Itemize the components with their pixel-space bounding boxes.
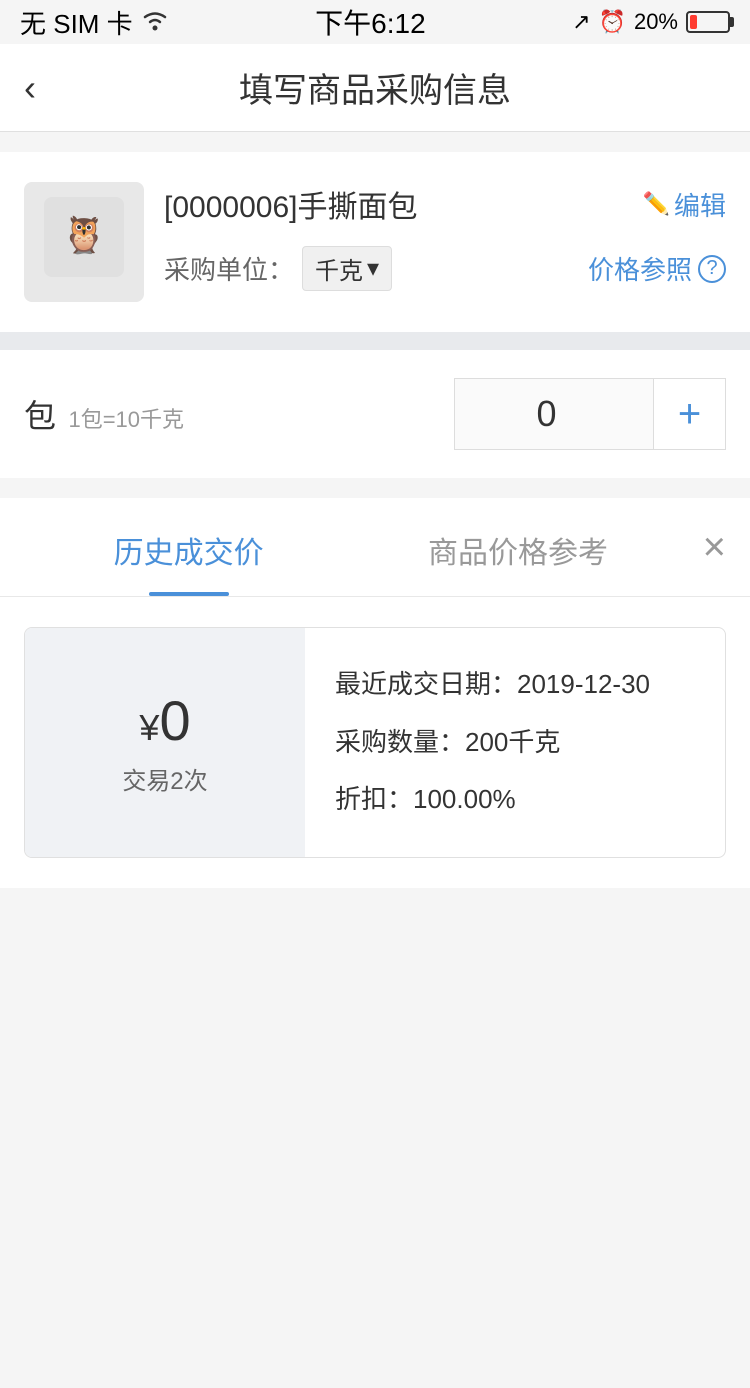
battery-icon	[686, 11, 730, 33]
tab-history-price[interactable]: 历史成交价	[24, 498, 353, 596]
status-time: 下午6:12	[315, 2, 426, 42]
nav-bar: ‹ 填写商品采购信息	[0, 44, 750, 132]
product-name: [0000006]手撕面包	[164, 182, 417, 226]
product-info: [0000006]手撕面包 ✏️ 编辑 采购单位： 千克 ▾ 价格参照 ?	[164, 182, 726, 291]
price-reference-button[interactable]: 价格参照 ?	[588, 250, 726, 287]
price-card: ¥0 交易2次 最近成交日期：2019-12-30 采购数量：200千克 折扣：…	[24, 627, 726, 858]
product-unit-row: 采购单位： 千克 ▾ 价格参照 ?	[164, 246, 726, 291]
quantity-row: 包 1包=10千克 +	[0, 350, 750, 478]
product-section: 🦉 [0000006]手撕面包 ✏️ 编辑 采购单位： 千克 ▾ 价格参照	[0, 152, 750, 332]
tab-header: 历史成交价 商品价格参考 ×	[0, 498, 750, 597]
trades-count: 交易2次	[122, 761, 207, 796]
help-icon: ?	[698, 255, 726, 283]
edit-icon: ✏️	[643, 191, 670, 217]
back-button[interactable]: ‹	[24, 67, 36, 109]
quantity-input[interactable]	[454, 378, 654, 450]
status-left: 无 SIM 卡	[20, 4, 169, 41]
price-left-panel: ¥0 交易2次	[25, 628, 305, 857]
product-thumbnail: 🦉	[44, 197, 124, 287]
svg-text:🦉: 🦉	[62, 214, 107, 255]
status-right: ↗ ⏰ 20%	[572, 9, 730, 35]
wifi-icon	[141, 7, 169, 38]
price-right-panel: 最近成交日期：2019-12-30 采购数量：200千克 折扣：100.00%	[305, 628, 725, 857]
product-image: 🦉	[24, 182, 144, 302]
tab-section: 历史成交价 商品价格参考 × ¥0 交易2次 最近成交日期：2019-12-30…	[0, 498, 750, 888]
product-header: [0000006]手撕面包 ✏️ 编辑	[164, 182, 726, 226]
recent-date-row: 最近成交日期：2019-12-30	[335, 664, 695, 706]
price-card-section: ¥0 交易2次 最近成交日期：2019-12-30 采购数量：200千克 折扣：…	[0, 597, 750, 888]
currency-symbol: ¥	[139, 707, 159, 748]
alarm-icon: ⏰	[599, 9, 626, 35]
status-bar: 无 SIM 卡 下午6:12 ↗ ⏰ 20%	[0, 0, 750, 44]
section-divider	[0, 332, 750, 350]
page-title: 填写商品采购信息	[239, 63, 511, 112]
price-amount: ¥0	[139, 688, 190, 753]
discount-row: 折扣：100.00%	[335, 779, 695, 821]
quantity-plus-button[interactable]: +	[654, 378, 726, 450]
tab-close-button[interactable]: ×	[683, 505, 726, 590]
quantity-row-detail: 采购数量：200千克	[335, 722, 695, 764]
quantity-label: 包 1包=10千克	[24, 391, 184, 437]
battery-percent: 20%	[634, 9, 678, 35]
carrier-text: 无 SIM 卡	[20, 4, 133, 41]
unit-label: 采购单位： 千克 ▾	[164, 246, 392, 291]
quantity-input-group: +	[454, 378, 726, 450]
bottom-space	[0, 888, 750, 1388]
location-icon: ↗	[572, 9, 590, 35]
chevron-down-icon: ▾	[367, 254, 379, 283]
unit-select-button[interactable]: 千克 ▾	[302, 246, 392, 291]
tab-product-price-reference[interactable]: 商品价格参考	[353, 498, 682, 596]
edit-button[interactable]: ✏️ 编辑	[643, 186, 726, 223]
